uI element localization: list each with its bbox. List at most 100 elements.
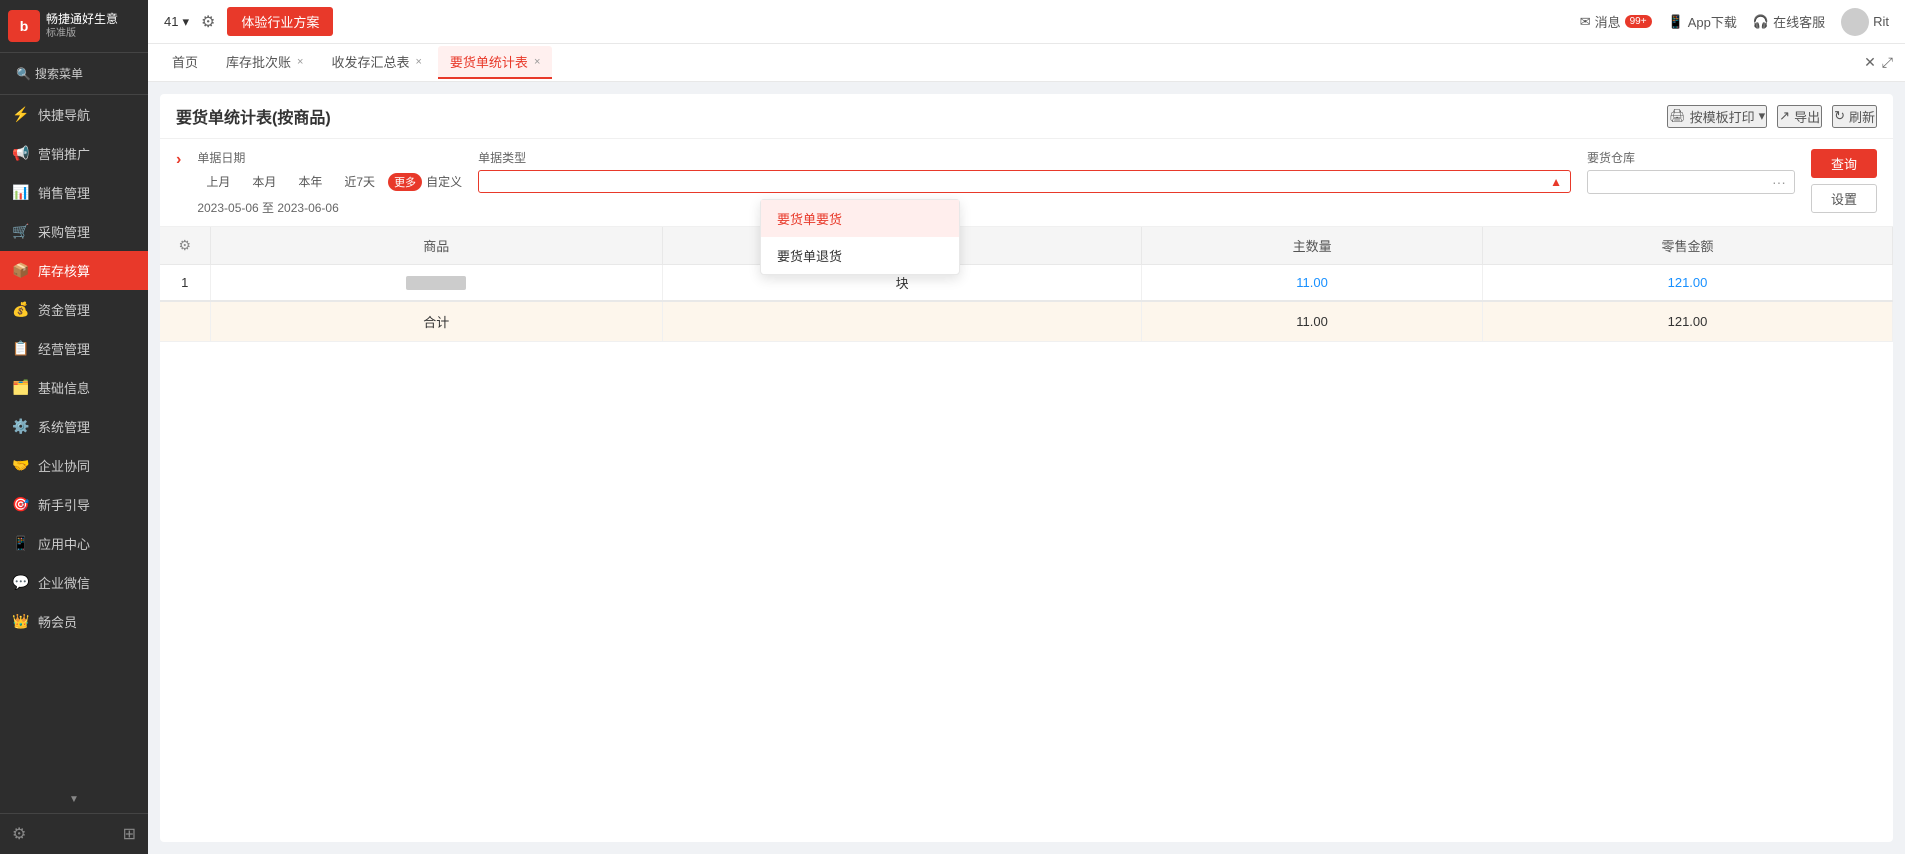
tab-close-requisition[interactable]: ×: [534, 56, 540, 68]
tab-recv-send[interactable]: 收发存汇总表 ×: [319, 46, 433, 79]
company-selector[interactable]: 41 ▾: [164, 14, 189, 30]
page-content: 要货单统计表(按商品) 🖨 按模板打印 ▾ ↗ 导出 ↻: [148, 82, 1905, 854]
quantity-link[interactable]: 11.00: [1296, 275, 1328, 290]
app-center-icon: 📱: [12, 535, 30, 553]
sidebar-item-basic[interactable]: 🗂️ 基础信息: [0, 368, 148, 407]
quick-nav-icon: ⚡: [12, 106, 30, 124]
sidebar-item-marketing[interactable]: 📢 营销推广: [0, 134, 148, 173]
trial-button[interactable]: 体验行业方案: [227, 7, 333, 36]
basic-icon: 🗂️: [12, 379, 30, 397]
amount-link[interactable]: 121.00: [1668, 275, 1708, 290]
sidebar-item-app-center[interactable]: 📱 应用中心: [0, 524, 148, 563]
user-menu[interactable]: Rit: [1841, 8, 1889, 36]
date-preset-last-month[interactable]: 上月: [197, 170, 239, 193]
main-content: 41 ▾ ⚙ 体验行业方案 ✉ 消息 99+ 📱 App下载 🎧 在: [148, 0, 1905, 854]
sidebar-scroll-down[interactable]: ▼: [0, 785, 148, 813]
row-amount[interactable]: 121.00: [1482, 265, 1892, 302]
sidebar-item-sales[interactable]: 📊 销售管理: [0, 173, 148, 212]
page-panel: 要货单统计表(按商品) 🖨 按模板打印 ▾ ↗ 导出 ↻: [160, 94, 1893, 842]
sidebar-item-purchase[interactable]: 🛒 采购管理: [0, 212, 148, 251]
sidebar-item-member[interactable]: 👑 畅会员: [0, 602, 148, 641]
tab-requisition[interactable]: 要货单统计表 ×: [438, 46, 552, 79]
summary-empty-1: [160, 301, 210, 342]
table-footer: 合计 11.00 121.00: [160, 301, 1893, 342]
app-download-button[interactable]: 📱 App下载: [1668, 12, 1737, 31]
sidebar-item-wechat[interactable]: 💬 企业微信: [0, 563, 148, 602]
summary-row: 合计 11.00 121.00: [160, 301, 1893, 342]
search-icon: 🔍: [16, 67, 31, 81]
online-service-button[interactable]: 🎧 在线客服: [1753, 12, 1825, 31]
row-product: [210, 265, 663, 302]
filter-expand-button[interactable]: ›: [176, 151, 181, 169]
export-button[interactable]: ↗ 导出: [1777, 105, 1822, 128]
message-icon: ✉: [1580, 14, 1591, 30]
type-filter-chevron-up-icon[interactable]: ▲: [1550, 175, 1562, 189]
row-index: 1: [160, 265, 210, 302]
query-button[interactable]: 查询: [1811, 149, 1877, 178]
table-settings-icon[interactable]: ⚙: [178, 237, 191, 253]
tab-close-recv-send[interactable]: ×: [415, 56, 421, 68]
purchase-icon: 🛒: [12, 223, 30, 241]
wechat-icon: 💬: [12, 574, 30, 592]
date-filter-group: 单据日期 上月 本月 本年 近7天 更多 自定义 2023-05-06 至 20…: [197, 149, 462, 216]
product-blurred-cell: [406, 276, 466, 290]
sidebar-search-area[interactable]: 🔍 搜索菜单: [0, 53, 148, 95]
summary-empty-2: [663, 301, 1142, 342]
dropdown-item-requisition-order[interactable]: 要货单要货: [761, 200, 959, 237]
tab-home[interactable]: 首页: [160, 46, 210, 79]
tab-close-all-button[interactable]: ✕: [1864, 54, 1876, 71]
tab-expand-button[interactable]: ⤢: [1882, 54, 1893, 71]
warehouse-filter-input-row[interactable]: ···: [1587, 170, 1795, 194]
more-presets-badge[interactable]: 更多: [388, 173, 422, 191]
filter-actions: 查询 设置: [1811, 149, 1877, 213]
warehouse-filter-group: 要货仓库 ···: [1587, 149, 1795, 194]
refresh-button[interactable]: ↻ 刷新: [1832, 105, 1877, 128]
filter-bar: › 单据日期 上月 本月 本年 近7天 更多 自定义 2023-05-06 至 …: [160, 139, 1893, 227]
date-preset-last-7days[interactable]: 近7天: [335, 170, 384, 193]
table-row: 1 块 11.00 121.00: [160, 265, 1893, 302]
finance-icon: 💰: [12, 301, 30, 319]
row-quantity[interactable]: 11.00: [1142, 265, 1483, 302]
dropdown-item-requisition-return[interactable]: 要货单退货: [761, 237, 959, 274]
topbar-settings-icon[interactable]: ⚙: [201, 12, 215, 32]
sales-icon: 📊: [12, 184, 30, 202]
filter-settings-button[interactable]: 设置: [1811, 184, 1877, 213]
type-filter-input[interactable]: [487, 174, 1550, 189]
sidebar-nav: ⚡ 快捷导航 📢 营销推广 📊 销售管理 🛒 采购管理 📦 库存核算 💰: [0, 95, 148, 785]
sidebar-collapse-icon[interactable]: ⊞: [123, 824, 136, 844]
sidebar-item-quick-nav[interactable]: ⚡ 快捷导航: [0, 95, 148, 134]
tab-batch-account[interactable]: 库存批次账 ×: [214, 46, 315, 79]
print-chevron-icon: ▾: [1759, 108, 1766, 124]
date-preset-this-year[interactable]: 本年: [289, 170, 331, 193]
type-dropdown-menu: 要货单要货 要货单退货: [760, 199, 960, 275]
type-filter-group: 单据类型 ▲: [478, 149, 1571, 193]
table-col-amount: 零售金额: [1482, 227, 1892, 265]
tab-close-batch-account[interactable]: ×: [297, 56, 303, 68]
warehouse-more-icon[interactable]: ···: [1772, 174, 1786, 190]
print-button[interactable]: 🖨 按模板打印 ▾: [1667, 105, 1767, 128]
date-preset-this-month[interactable]: 本月: [243, 170, 285, 193]
warehouse-filter-input[interactable]: [1596, 175, 1772, 190]
marketing-icon: 📢: [12, 145, 30, 163]
sidebar-item-operations[interactable]: 📋 经营管理: [0, 329, 148, 368]
search-menu-button[interactable]: 🔍 搜索菜单: [8, 61, 140, 86]
sidebar: b 畅捷通好生意 标准版 🔍 搜索菜单 ⚡ 快捷导航 📢 营销推广: [0, 0, 148, 854]
headset-icon: 🎧: [1753, 14, 1769, 30]
sidebar-item-enterprise[interactable]: 🤝 企业协同: [0, 446, 148, 485]
table-body: 1 块 11.00 121.00: [160, 265, 1893, 302]
custom-date-button[interactable]: 自定义: [426, 173, 462, 190]
sidebar-item-guide[interactable]: 🎯 新手引导: [0, 485, 148, 524]
date-preset-row: 上月 本月 本年 近7天 更多 自定义: [197, 170, 462, 193]
messages-button[interactable]: ✉ 消息 99+: [1580, 12, 1652, 31]
sidebar-item-system[interactable]: ⚙️ 系统管理: [0, 407, 148, 446]
table-header: ⚙ 商品 主计量单位 主数量 零售金额: [160, 227, 1893, 265]
app-logo: b: [8, 10, 40, 42]
sidebar-item-finance[interactable]: 💰 资金管理: [0, 290, 148, 329]
data-table: ⚙ 商品 主计量单位 主数量 零售金额 1: [160, 227, 1893, 342]
sidebar-item-inventory[interactable]: 📦 库存核算: [0, 251, 148, 290]
sidebar-bottom: ⚙ ⊞: [0, 813, 148, 854]
type-filter-input-row[interactable]: ▲: [478, 170, 1571, 193]
sidebar-settings-icon[interactable]: ⚙: [12, 824, 26, 844]
table-col-settings[interactable]: ⚙: [160, 227, 210, 265]
table-col-quantity: 主数量: [1142, 227, 1483, 265]
